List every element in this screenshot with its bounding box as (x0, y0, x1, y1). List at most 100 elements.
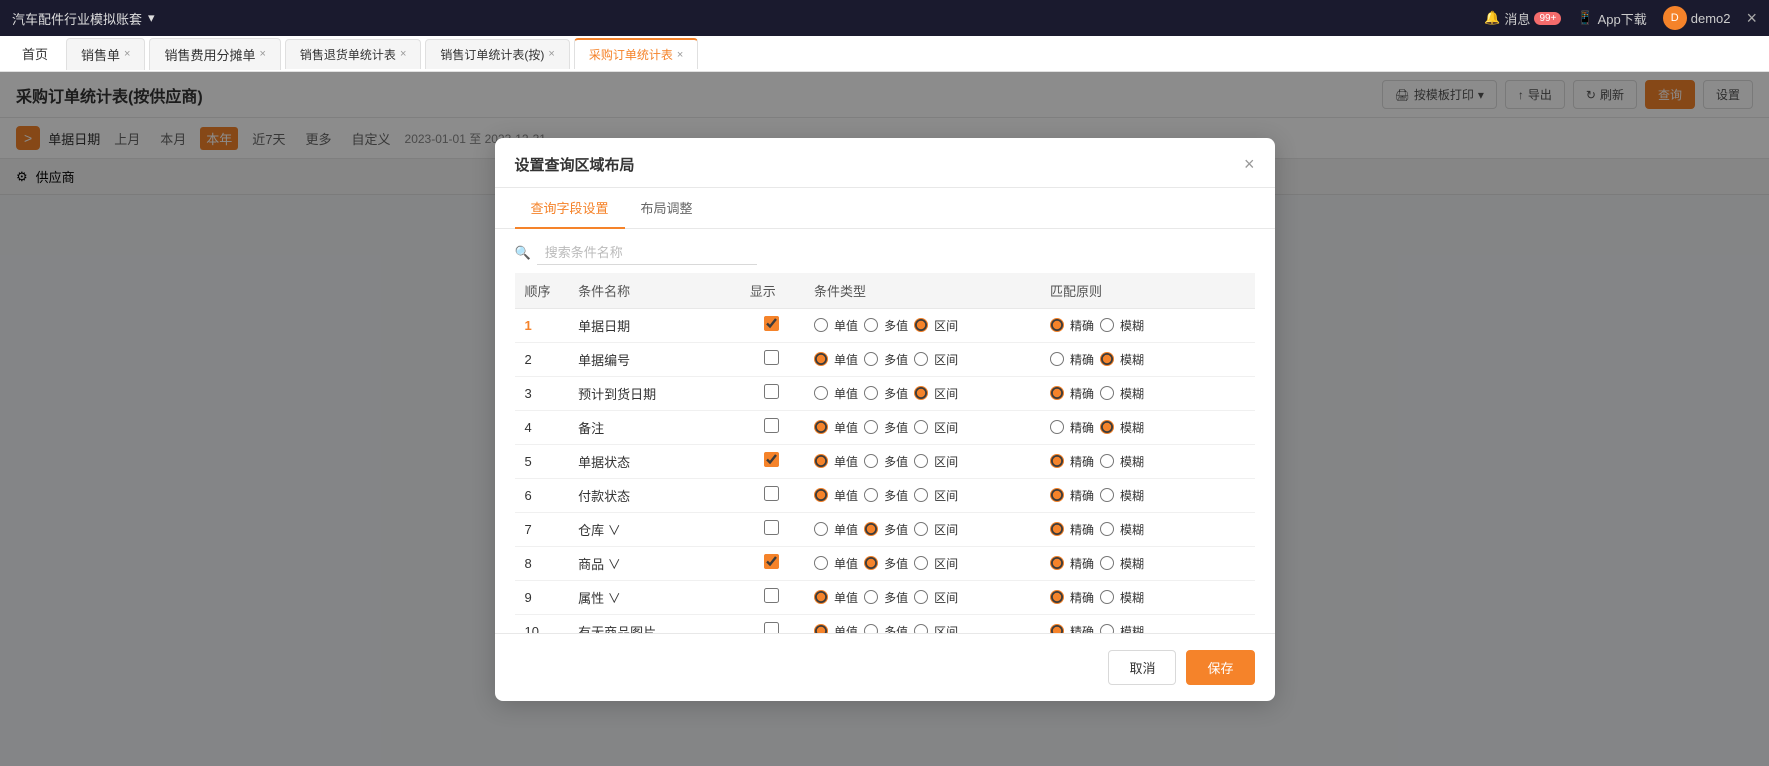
match-radio-精确[interactable] (1050, 522, 1064, 536)
row-name: 预计到货日期 (568, 376, 740, 410)
user-avatar[interactable]: D demo2 (1663, 6, 1731, 30)
page-content: 采购订单统计表(按供应商) 🖨 按模板打印 ▾ ↑ 导出 ↻ 刷新 查询 设置 (0, 72, 1769, 766)
search-input[interactable] (537, 241, 757, 265)
table-row: 1单据日期单值多值区间精确模糊 (515, 308, 1255, 342)
type-radio-区间[interactable] (914, 386, 928, 400)
match-radio-模糊[interactable] (1100, 590, 1114, 604)
row-name: 备注 (568, 410, 740, 444)
type-radio-单值[interactable] (814, 318, 828, 332)
display-checkbox[interactable] (764, 384, 779, 399)
tab-close-icon[interactable]: × (124, 48, 130, 60)
match-radio-模糊[interactable] (1100, 522, 1114, 536)
match-radio-精确[interactable] (1050, 352, 1064, 366)
type-radio-区间[interactable] (914, 420, 928, 434)
match-radio-精确[interactable] (1050, 624, 1064, 633)
row-display (740, 546, 804, 580)
match-radio-模糊[interactable] (1100, 420, 1114, 434)
table-row: 9属性 ∨单值多值区间精确模糊 (515, 580, 1255, 614)
display-checkbox[interactable] (764, 452, 779, 467)
type-radio-多值[interactable] (864, 454, 878, 468)
notification-icon[interactable]: 🔔 消息 99+ (1484, 9, 1561, 28)
tab-close-icon[interactable]: × (259, 48, 265, 60)
display-checkbox[interactable] (764, 350, 779, 365)
match-radio-精确[interactable] (1050, 318, 1064, 332)
app-download[interactable]: 📱 App下载 (1577, 9, 1646, 28)
display-checkbox[interactable] (764, 520, 779, 535)
match-radio-精确[interactable] (1050, 454, 1064, 468)
match-radio-模糊[interactable] (1100, 454, 1114, 468)
type-radio-多值[interactable] (864, 318, 878, 332)
type-radio-单值[interactable] (814, 420, 828, 434)
row-match: 精确模糊 (1040, 342, 1255, 376)
match-radio-精确[interactable] (1050, 488, 1064, 502)
display-checkbox[interactable] (764, 316, 779, 331)
display-checkbox[interactable] (764, 622, 779, 633)
tab-purchase-stats[interactable]: 采购订单统计表 × (574, 38, 698, 69)
type-radio-多值[interactable] (864, 624, 878, 633)
type-radio-单值[interactable] (814, 556, 828, 570)
match-radio-精确[interactable] (1050, 420, 1064, 434)
match-radio-模糊[interactable] (1100, 386, 1114, 400)
tab-sales-stats[interactable]: 销售订单统计表(按) × (425, 39, 569, 69)
type-radio-多值[interactable] (864, 420, 878, 434)
match-radio-精确[interactable] (1050, 386, 1064, 400)
table-row: 8商品 ∨单值多值区间精确模糊 (515, 546, 1255, 580)
type-radio-单值[interactable] (814, 488, 828, 502)
save-button[interactable]: 保存 (1186, 650, 1254, 685)
match-radio-模糊[interactable] (1100, 352, 1114, 366)
type-radio-多值[interactable] (864, 556, 878, 570)
type-radio-区间[interactable] (914, 522, 928, 536)
type-radio-区间[interactable] (914, 590, 928, 604)
type-radio-区间[interactable] (914, 454, 928, 468)
type-radio-多值[interactable] (864, 352, 878, 366)
type-radio-多值[interactable] (864, 488, 878, 502)
type-radio-单值[interactable] (814, 454, 828, 468)
row-type: 单值多值区间 (804, 580, 1040, 614)
type-radio-多值[interactable] (864, 386, 878, 400)
tab-home[interactable]: 首页 (8, 38, 62, 69)
tab-bar: 首页 销售单 × 销售费用分摊单 × 销售退货单统计表 × 销售订单统计表(按)… (0, 36, 1769, 72)
row-display (740, 614, 804, 633)
type-radio-单值[interactable] (814, 590, 828, 604)
match-radio-精确[interactable] (1050, 556, 1064, 570)
type-radio-单值[interactable] (814, 522, 828, 536)
display-checkbox[interactable] (764, 554, 779, 569)
table-header-row: 顺序 条件名称 显示 条件类型 匹配原则 (515, 273, 1255, 309)
cancel-button[interactable]: 取消 (1108, 650, 1176, 685)
type-radio-多值[interactable] (864, 590, 878, 604)
type-radio-区间[interactable] (914, 556, 928, 570)
match-radio-模糊[interactable] (1100, 488, 1114, 502)
modal-close-button[interactable]: × (1244, 154, 1255, 175)
match-radio-模糊[interactable] (1100, 318, 1114, 332)
tab-close-icon[interactable]: × (677, 49, 683, 61)
type-radio-区间[interactable] (914, 624, 928, 633)
match-radio-模糊[interactable] (1100, 624, 1114, 633)
row-match: 精确模糊 (1040, 512, 1255, 546)
row-type: 单值多值区间 (804, 444, 1040, 478)
tab-close-icon[interactable]: × (400, 48, 406, 60)
display-checkbox[interactable] (764, 486, 779, 501)
modal-footer: 取消 保存 (495, 633, 1275, 701)
row-display (740, 410, 804, 444)
modal-tab-layout[interactable]: 布局调整 (625, 188, 709, 229)
type-radio-单值[interactable] (814, 352, 828, 366)
match-radio-精确[interactable] (1050, 590, 1064, 604)
top-close-button[interactable]: × (1746, 8, 1757, 29)
type-radio-区间[interactable] (914, 352, 928, 366)
modal-tab-query-fields[interactable]: 查询字段设置 (515, 188, 625, 229)
type-radio-单值[interactable] (814, 624, 828, 633)
type-radio-区间[interactable] (914, 318, 928, 332)
type-radio-多值[interactable] (864, 522, 878, 536)
type-radio-区间[interactable] (914, 488, 928, 502)
tab-sales-fee[interactable]: 销售费用分摊单 × (149, 38, 280, 70)
row-name: 商品 ∨ (568, 546, 740, 580)
type-radio-单值[interactable] (814, 386, 828, 400)
match-radio-模糊[interactable] (1100, 556, 1114, 570)
tab-close-icon[interactable]: × (548, 48, 554, 60)
display-checkbox[interactable] (764, 588, 779, 603)
tab-sales-order[interactable]: 销售单 × (66, 38, 145, 70)
row-match: 精确模糊 (1040, 546, 1255, 580)
tab-sales-return[interactable]: 销售退货单统计表 × (285, 39, 421, 69)
display-checkbox[interactable] (764, 418, 779, 433)
row-name: 单据状态 (568, 444, 740, 478)
